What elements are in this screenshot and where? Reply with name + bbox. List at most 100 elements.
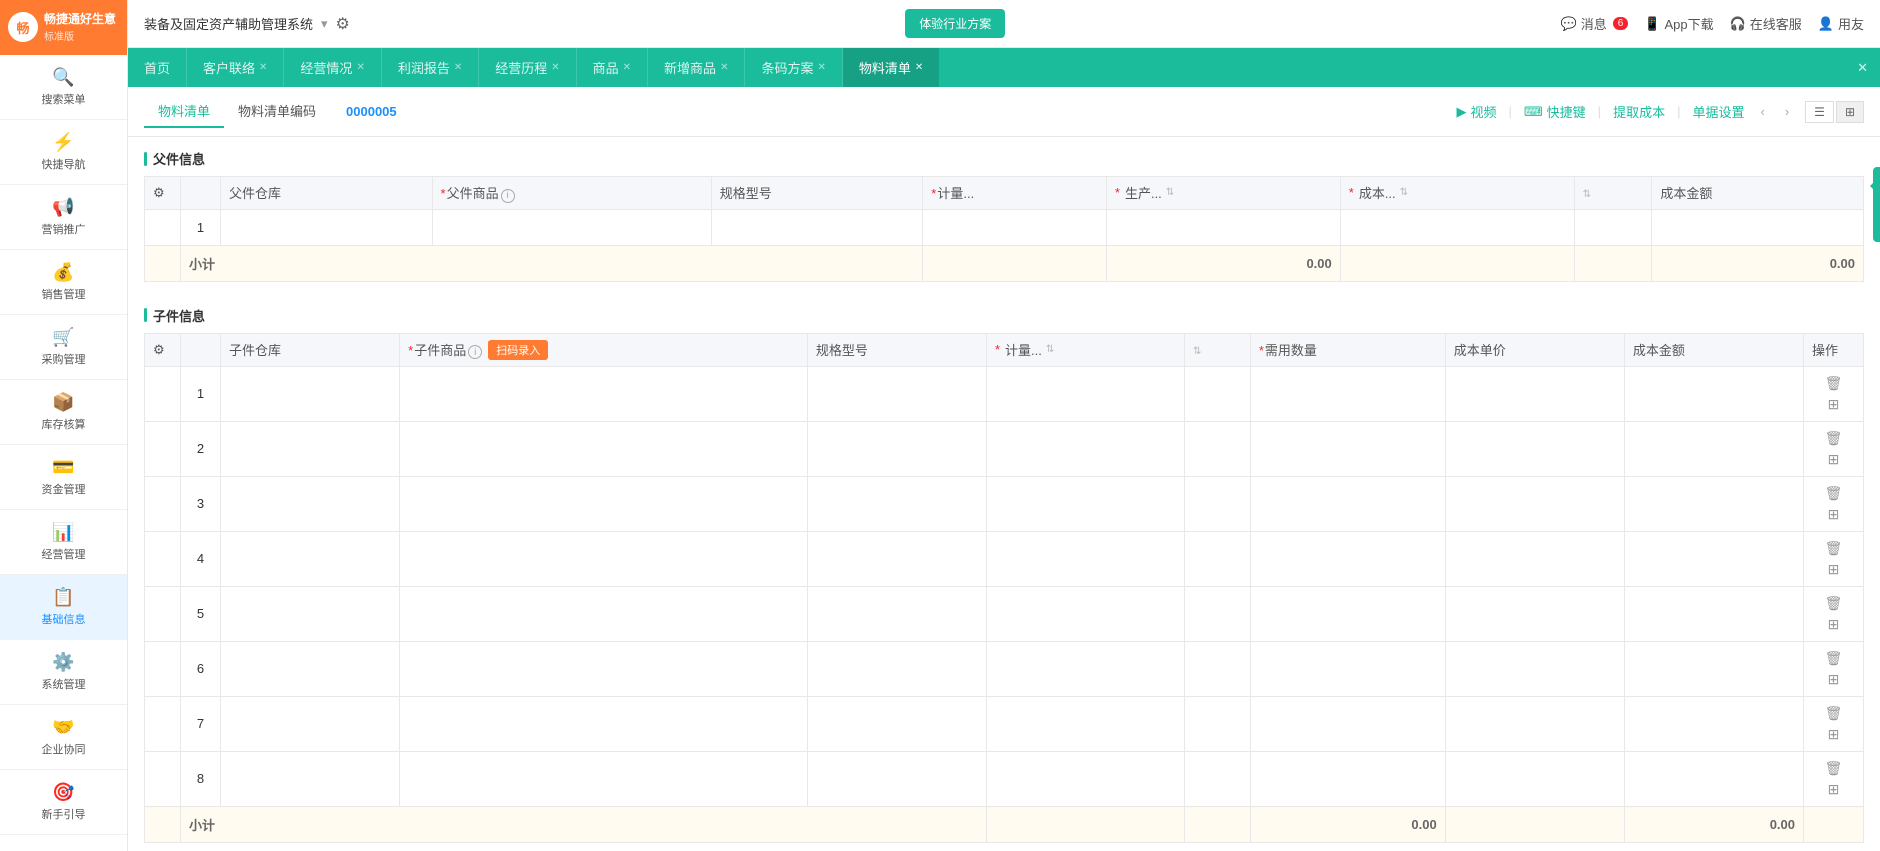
nav-tab-6[interactable]: 新增商品✕ [648, 48, 745, 87]
child-copy-btn-3[interactable]: ⊞ [1824, 559, 1844, 580]
parent-cell-cost[interactable] [1340, 209, 1574, 245]
child-cell-qty-2[interactable] [1250, 476, 1445, 531]
child-copy-btn-1[interactable]: ⊞ [1824, 449, 1844, 470]
nav-next-btn[interactable]: › [1781, 102, 1793, 121]
child-delete-btn-1[interactable]: 🗑 [1821, 428, 1847, 449]
child-cell-unit-cost-2[interactable] [1445, 476, 1624, 531]
sidebar-item-8[interactable]: 📋基础信息 [0, 575, 127, 640]
shortcut-btn[interactable]: ⌨ 快捷键 [1524, 102, 1586, 121]
sidebar-item-3[interactable]: 💰销售管理 [0, 250, 127, 315]
nav-tab-close-8[interactable]: ✕ [915, 62, 923, 73]
child-delete-btn-0[interactable]: 🗑 [1821, 373, 1847, 394]
child-cell-unit-cost-4[interactable] [1445, 586, 1624, 641]
gear-icon[interactable]: ⚙ [153, 185, 165, 200]
child-cell-product-4[interactable] [400, 586, 808, 641]
child-cell-spec-2[interactable] [807, 476, 986, 531]
child-cell-product-3[interactable] [400, 531, 808, 586]
child-cell-qty-6[interactable] [1250, 696, 1445, 751]
child-cell-product-6[interactable] [400, 696, 808, 751]
child-cell-spec-3[interactable] [807, 531, 986, 586]
parent-extra-sort-icon[interactable]: ⇅ [1583, 189, 1591, 200]
nav-tab-close-2[interactable]: ✕ [356, 62, 364, 73]
child-cell-spec-1[interactable] [807, 421, 986, 476]
child-cell-spec-5[interactable] [807, 641, 986, 696]
child-unit-sort-icon[interactable]: ⇅ [1046, 344, 1054, 355]
child-cell-warehouse-5[interactable] [221, 641, 400, 696]
table-view-btn[interactable]: ⊞ [1836, 101, 1864, 123]
child-product-info-icon[interactable]: i [468, 345, 482, 359]
nav-tab-close-4[interactable]: ✕ [551, 62, 559, 73]
parent-product-info-icon[interactable]: i [501, 189, 515, 203]
child-cell-unit-cost-1[interactable] [1445, 421, 1624, 476]
parent-cell-spec[interactable] [711, 209, 923, 245]
child-cell-warehouse-4[interactable] [221, 586, 400, 641]
nav-tab-close-7[interactable]: ✕ [817, 62, 825, 73]
child-delete-btn-3[interactable]: 🗑 [1821, 538, 1847, 559]
sidebar-item-9[interactable]: ⚙️系统管理 [0, 640, 127, 705]
child-cell-warehouse-2[interactable] [221, 476, 400, 531]
child-cell-spec-6[interactable] [807, 696, 986, 751]
sidebar-item-7[interactable]: 📊经营管理 [0, 510, 127, 575]
child-copy-btn-0[interactable]: ⊞ [1824, 394, 1844, 415]
parent-cell-product[interactable] [432, 209, 711, 245]
sidebar-item-10[interactable]: 🤝企业协同 [0, 705, 127, 770]
child-cell-qty-0[interactable] [1250, 366, 1445, 421]
child-delete-btn-6[interactable]: 🗑 [1821, 703, 1847, 724]
child-cell-warehouse-3[interactable] [221, 531, 400, 586]
child-cell-warehouse-0[interactable] [221, 366, 400, 421]
child-cell-unit-7[interactable] [986, 751, 1184, 806]
list-view-btn[interactable]: ☰ [1805, 101, 1834, 123]
scan-input-btn[interactable]: 扫码录入 [488, 340, 548, 360]
settings-icon[interactable]: ⚙ [336, 14, 350, 34]
child-cell-spec-4[interactable] [807, 586, 986, 641]
view-video-btn[interactable]: ▶ 视频 [1456, 102, 1496, 121]
child-cell-qty-3[interactable] [1250, 531, 1445, 586]
sidebar-item-4[interactable]: 🛒采购管理 [0, 315, 127, 380]
child-cell-spec-0[interactable] [807, 366, 986, 421]
child-spacer-sort-icon[interactable]: ⇅ [1193, 346, 1201, 357]
child-cell-qty-7[interactable] [1250, 751, 1445, 806]
child-gear-icon[interactable]: ⚙ [153, 342, 165, 357]
child-delete-btn-2[interactable]: 🗑 [1821, 483, 1847, 504]
nav-tab-2[interactable]: 经营情况✕ [284, 48, 381, 87]
sub-tab-bom-list[interactable]: 物料清单 [144, 95, 224, 128]
sub-tab-bom-code[interactable]: 物料清单编码 [224, 95, 330, 128]
child-copy-btn-7[interactable]: ⊞ [1824, 779, 1844, 800]
child-cell-unit-5[interactable] [986, 641, 1184, 696]
nav-tab-5[interactable]: 商品✕ [577, 48, 648, 87]
child-cell-unit-cost-6[interactable] [1445, 696, 1624, 751]
child-copy-btn-2[interactable]: ⊞ [1824, 504, 1844, 525]
nav-tab-close-1[interactable]: ✕ [259, 62, 267, 73]
child-cell-product-0[interactable] [400, 366, 808, 421]
child-cell-warehouse-1[interactable] [221, 421, 400, 476]
sidebar-item-0[interactable]: 🔍搜索菜单 [0, 55, 127, 120]
nav-tab-close-6[interactable]: ✕ [720, 62, 728, 73]
online-service-item[interactable]: 🎧 在线客服 [1730, 14, 1802, 33]
child-cell-unit-3[interactable] [986, 531, 1184, 586]
child-copy-btn-4[interactable]: ⊞ [1824, 614, 1844, 635]
app-download-item[interactable]: 📱 App下载 [1644, 14, 1713, 33]
topbar-dropdown-icon[interactable]: ▾ [321, 16, 328, 32]
nav-tab-4[interactable]: 经营历程✕ [479, 48, 576, 87]
child-cell-unit-cost-7[interactable] [1445, 751, 1624, 806]
child-delete-btn-5[interactable]: 🗑 [1821, 648, 1847, 669]
single-setting-btn[interactable]: 单据设置 [1692, 102, 1744, 121]
close-all-tabs-btn[interactable]: ✕ [1845, 50, 1880, 86]
child-cell-unit-cost-5[interactable] [1445, 641, 1624, 696]
nav-tab-8[interactable]: 物料清单✕ [843, 48, 940, 87]
nav-prev-btn[interactable]: ‹ [1756, 102, 1768, 121]
child-cell-product-1[interactable] [400, 421, 808, 476]
child-cell-unit-1[interactable] [986, 421, 1184, 476]
child-cell-unit-6[interactable] [986, 696, 1184, 751]
parent-cell-produce[interactable] [1106, 209, 1340, 245]
sidebar-item-2[interactable]: 📢营销推广 [0, 185, 127, 250]
child-cell-qty-4[interactable] [1250, 586, 1445, 641]
child-cell-spec-7[interactable] [807, 751, 986, 806]
parent-cell-warehouse[interactable] [221, 209, 433, 245]
user-item[interactable]: 👤 用友 [1818, 14, 1864, 33]
child-cell-product-2[interactable] [400, 476, 808, 531]
child-copy-btn-6[interactable]: ⊞ [1824, 724, 1844, 745]
child-cell-qty-5[interactable] [1250, 641, 1445, 696]
sidebar-item-11[interactable]: 🎯新手引导 [0, 770, 127, 835]
child-delete-btn-4[interactable]: 🗑 [1821, 593, 1847, 614]
